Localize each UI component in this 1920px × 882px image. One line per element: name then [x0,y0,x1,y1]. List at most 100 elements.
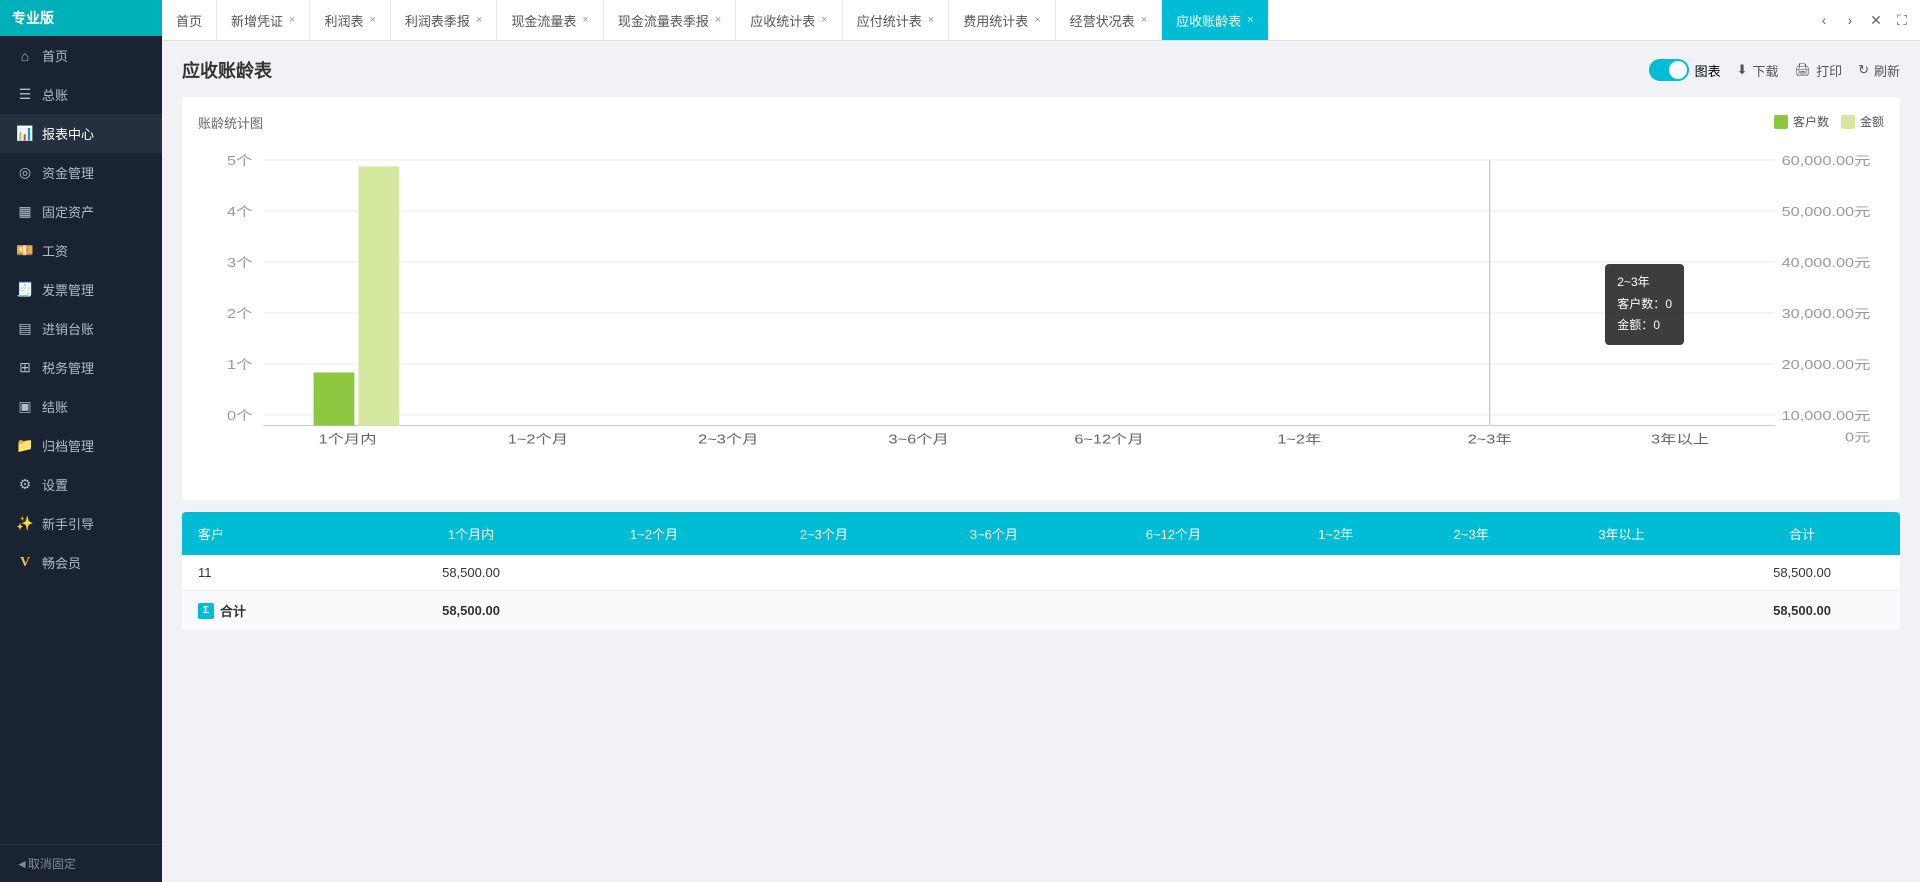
tab-cashflow[interactable]: 现金流量表 × [497,0,603,40]
svg-text:0个: 0个 [227,409,253,424]
col-y1-2: 1~2年 [1268,512,1403,555]
chart-toggle[interactable] [1649,59,1689,81]
chart-area: 5个 4个 3个 2个 1个 0个 60,000.00元 50,000.00元 … [198,144,1884,484]
tab-ar-stat-close[interactable]: × [821,14,827,26]
sidebar-item-capital[interactable]: ◎ 资金管理 [0,153,162,192]
sidebar-label-capital: 资金管理 [42,163,94,182]
tab-close-all-button[interactable]: ✕ [1864,8,1888,32]
total-label: Σ 合计 [198,601,365,620]
tab-operation-stat[interactable]: 经营状况表 × [1056,0,1162,40]
svg-text:40,000.00元: 40,000.00元 [1782,257,1871,271]
sidebar-item-reports[interactable]: 📊 报表中心 [0,114,162,153]
svg-text:20,000.00元: 20,000.00元 [1782,359,1871,373]
chart-legend: 客户数 金额 [1774,113,1884,130]
chart-toggle-label: 图表 [1695,61,1721,80]
col-total: 合计 [1704,512,1900,555]
sidebar-label-invoice: 发票管理 [42,280,94,299]
col-customer: 客户 [182,512,373,555]
unpin-sidebar-button[interactable]: ◄取消固定 [0,844,162,882]
chart-title: 账龄统计图 [198,113,1884,132]
svg-text:6~12个月: 6~12个月 [1074,432,1143,447]
cell-m1-2 [569,555,739,591]
aging-table: 客户 1个月内 1~2个月 2~3个月 3~6个月 6~12个月 1~2年 2~… [182,512,1900,631]
close-accounts-icon: ▣ [16,398,34,415]
legend-customer-label: 客户数 [1793,113,1829,130]
legend-amount-color [1841,115,1855,129]
svg-text:2~3年: 2~3年 [1468,432,1512,447]
sidebar-item-stock[interactable]: ▤ 进销台账 [0,309,162,348]
refresh-button[interactable]: ↻ 刷新 [1858,61,1900,80]
total-total: 58,500.00 [1704,591,1900,631]
sidebar-item-settings[interactable]: ⚙ 设置 [0,465,162,504]
page-title: 应收账龄表 [182,57,272,83]
tab-ar-aging[interactable]: 应收账龄表 × [1162,0,1268,40]
home-icon: ⌂ [16,48,34,64]
total-y3plus [1539,591,1704,631]
tab-ar-stat[interactable]: 应收统计表 × [736,0,842,40]
cell-y2-3 [1403,555,1538,591]
tab-ar-aging-close[interactable]: × [1247,14,1253,26]
sidebar-item-home[interactable]: ⌂ 首页 [0,36,162,75]
tab-bar: 首页 新增凭证 × 利润表 × 利润表季报 × 现金流量表 × 现金流量表季报 … [162,0,1920,41]
tab-cashflow-quarter-label: 现金流量表季报 [618,11,709,30]
sidebar-item-invoice[interactable]: 🧾 发票管理 [0,270,162,309]
sidebar-item-member[interactable]: V 畅会员 [0,543,162,582]
sidebar-label-assets: 固定资产 [42,202,94,221]
tab-profit-close[interactable]: × [369,14,375,26]
sidebar-item-salary[interactable]: 💴 工资 [0,231,162,270]
table-total-row: Σ 合计 58,500.00 58,500.00 [182,591,1900,631]
tab-profit-quarter[interactable]: 利润表季报 × [391,0,497,40]
sidebar-item-assets[interactable]: ▦ 固定资产 [0,192,162,231]
tab-ap-stat[interactable]: 应付统计表 × [843,0,949,40]
total-m3-6 [909,591,1079,631]
sidebar-item-tax[interactable]: ⊞ 税务管理 [0,348,162,387]
tab-cashflow-quarter[interactable]: 现金流量表季报 × [604,0,736,40]
total-y1-2 [1268,591,1403,631]
print-label: 打印 [1816,61,1842,80]
sidebar-item-ledger[interactable]: ☰ 总账 [0,75,162,114]
svg-text:2~3个月: 2~3个月 [698,432,758,447]
tab-cashflow-close[interactable]: × [582,14,588,26]
tab-voucher[interactable]: 新增凭证 × [217,0,310,40]
total-m2-3 [739,591,909,631]
svg-text:3年以上: 3年以上 [1651,432,1709,447]
tab-profit[interactable]: 利润表 × [310,0,390,40]
tab-ap-stat-label: 应付统计表 [857,11,922,30]
sidebar-label-archive: 归档管理 [42,436,94,455]
refresh-icon: ↻ [1858,62,1869,78]
print-button[interactable]: 🖨 打印 [1795,61,1843,80]
tab-cashflow-quarter-close[interactable]: × [715,14,721,26]
guide-icon: ✨ [16,515,34,532]
tax-icon: ⊞ [16,359,34,376]
capital-icon: ◎ [16,164,34,181]
tab-profit-quarter-close[interactable]: × [476,14,482,26]
total-label-cell: Σ 合计 [182,591,373,631]
sidebar-item-archive[interactable]: 📁 归档管理 [0,426,162,465]
tab-expand-button[interactable]: ⛶ [1890,8,1914,32]
sidebar: 专业版 ⌂ 首页 ☰ 总账 📊 报表中心 ◎ 资金管理 ▦ 固定资产 💴 工资 … [0,0,162,882]
tab-voucher-close[interactable]: × [289,14,295,26]
tab-ar-aging-label: 应收账龄表 [1176,11,1241,30]
header-actions: 图表 ⬇ 下载 🖨 打印 ↻ 刷新 [1649,59,1900,81]
total-y2-3 [1403,591,1538,631]
sidebar-item-close[interactable]: ▣ 结账 [0,387,162,426]
col-m1: 1个月内 [373,512,569,555]
legend-amount-label: 金额 [1860,113,1884,130]
tab-home[interactable]: 首页 [162,0,217,40]
sidebar-item-guide[interactable]: ✨ 新手引导 [0,504,162,543]
svg-text:5个: 5个 [227,154,253,169]
tab-ap-stat-close[interactable]: × [928,14,934,26]
download-label: 下载 [1753,61,1779,80]
legend-customer-color [1774,115,1788,129]
tab-expense-stat-close[interactable]: × [1034,14,1040,26]
tab-expense-stat[interactable]: 费用统计表 × [949,0,1055,40]
assets-icon: ▦ [16,203,34,220]
tab-operation-stat-close[interactable]: × [1141,14,1147,26]
tab-next-button[interactable]: › [1838,8,1862,32]
tab-prev-button[interactable]: ‹ [1812,8,1836,32]
unpin-label: ◄取消固定 [16,855,76,872]
tab-nav-controls: ‹ › ✕ ⛶ [1806,8,1920,32]
svg-text:1个: 1个 [227,358,253,373]
table-card: 客户 1个月内 1~2个月 2~3个月 3~6个月 6~12个月 1~2年 2~… [182,512,1900,631]
download-button[interactable]: ⬇ 下载 [1737,61,1779,80]
